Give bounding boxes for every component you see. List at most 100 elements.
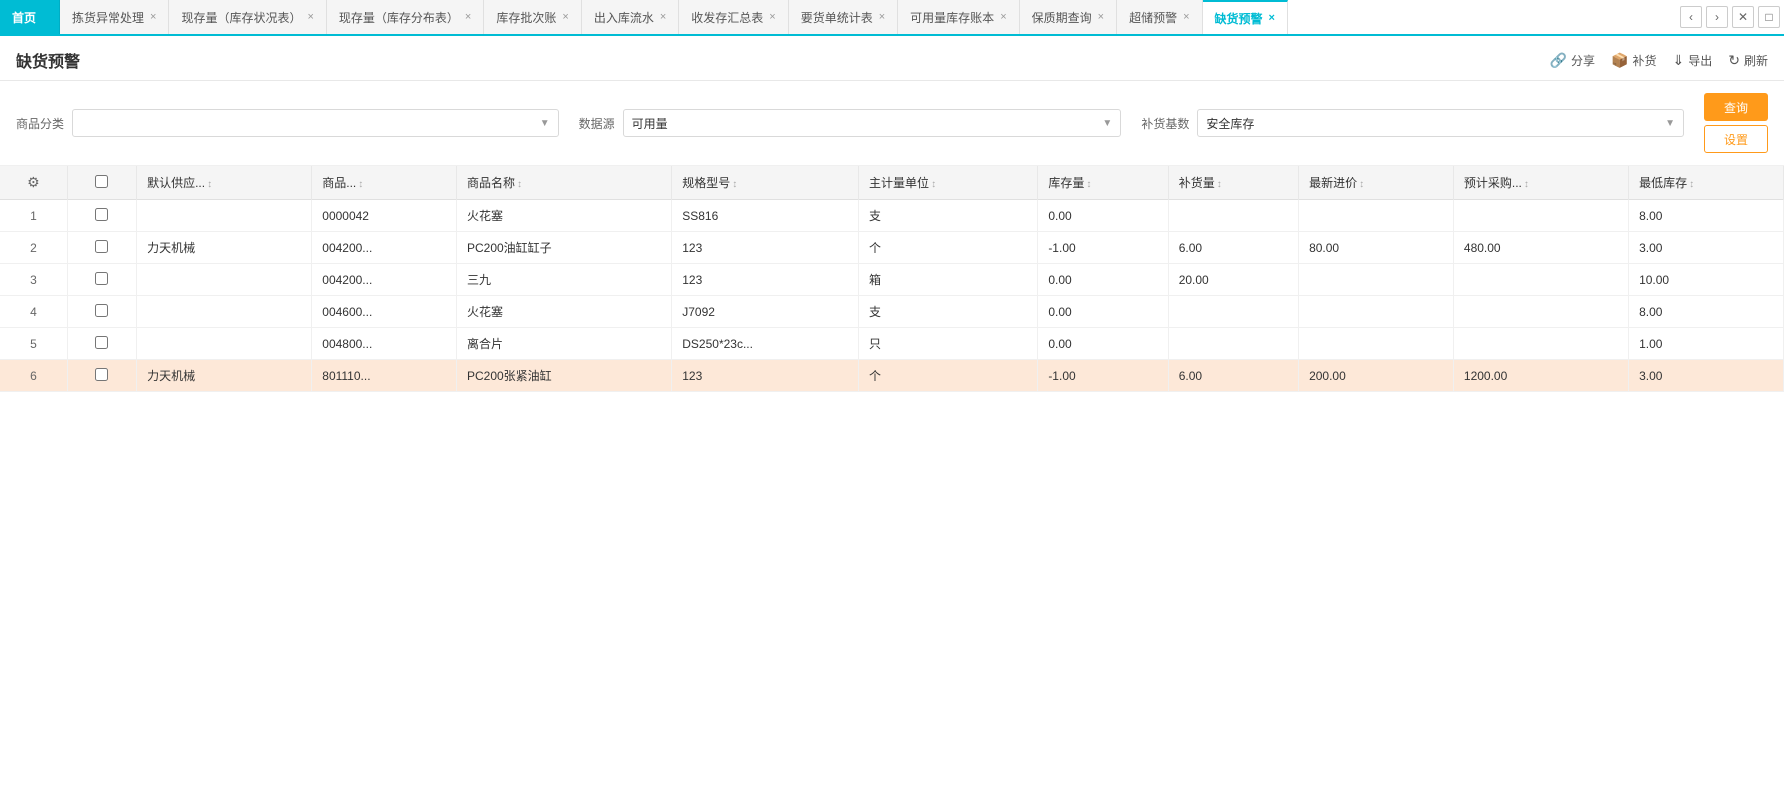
replenish-base-select[interactable]: 安全库存 ▼ [1197,109,1684,137]
category-select[interactable]: ▼ [72,109,559,137]
tab-7-label: 要货单统计表 [801,9,873,26]
row-code-5: 004800... [312,328,457,360]
refresh-icon: ↻ [1728,52,1740,69]
stock-sort-icon: ↕ [1086,179,1091,190]
datasource-value: 可用量 [632,115,668,132]
th-latest-price[interactable]: 最新进价↕ [1299,166,1454,200]
tab-4-close[interactable]: × [562,11,568,23]
th-settings[interactable]: ⚙ [0,166,67,200]
tab-11-close[interactable]: × [1269,12,1275,24]
tab-7[interactable]: 要货单统计表 × [789,0,898,34]
row-checkbox-cell-2[interactable] [67,232,136,264]
replenish-base-arrow-icon: ▼ [1665,118,1675,129]
tab-home[interactable]: 首页 [0,0,60,34]
select-all-checkbox[interactable] [95,175,108,188]
tab-11[interactable]: 缺货预警 × [1203,0,1288,34]
row-latest-price-2: 80.00 [1299,232,1454,264]
row-checkbox-cell-3[interactable] [67,264,136,296]
tab-10[interactable]: 超储预警 × [1117,0,1202,34]
row-replenish-3: 20.00 [1168,264,1298,296]
settings-button[interactable]: 设置 [1704,125,1768,153]
replenish-base-filter-group: 补货基数 安全库存 ▼ [1141,109,1684,137]
tab-4[interactable]: 库存批次账 × [484,0,581,34]
row-name-6: PC200张紧油缸 [456,360,671,392]
category-label: 商品分类 [16,115,64,132]
gear-icon[interactable]: ⚙ [27,174,40,190]
tab-11-label: 缺货预警 [1215,10,1263,27]
row-code-2: 004200... [312,232,457,264]
row-checkbox-6[interactable] [95,368,108,381]
th-name[interactable]: 商品名称↕ [456,166,671,200]
row-checkbox-cell-6[interactable] [67,360,136,392]
datasource-select[interactable]: 可用量 ▼ [623,109,1122,137]
row-checkbox-2[interactable] [95,240,108,253]
tab-next-button[interactable]: › [1706,6,1728,28]
refresh-button[interactable]: ↻ 刷新 [1728,52,1768,69]
tab-8-close[interactable]: × [1000,11,1006,23]
th-stock[interactable]: 库存量↕ [1038,166,1168,200]
row-checkbox-1[interactable] [95,208,108,221]
th-est-purchase[interactable]: 预计采购...↕ [1453,166,1628,200]
tab-nav-buttons: ‹ › ✕ □ [1676,6,1784,28]
th-spec[interactable]: 规格型号↕ [672,166,859,200]
table-header-row: ⚙ 默认供应...↕ 商品...↕ 商品名称↕ 规格型号↕ 主计量单位↕ 库存量… [0,166,1784,200]
tab-3[interactable]: 现存量（库存分布表） × [327,0,484,34]
replenish-label: 补货 [1632,52,1656,69]
tab-1[interactable]: 拣货异常处理 × [60,0,169,34]
tab-2-close[interactable]: × [307,11,313,23]
row-latest-price-4 [1299,296,1454,328]
header-actions: 🔗 分享 📦 补货 ⇓ 导出 ↻ 刷新 [1550,52,1768,69]
row-min-stock-4: 8.00 [1629,296,1784,328]
tab-close-all-button[interactable]: ✕ [1732,6,1754,28]
share-button[interactable]: 🔗 分享 [1550,52,1595,69]
replenish-button[interactable]: 📦 补货 [1611,52,1656,69]
row-min-stock-3: 10.00 [1629,264,1784,296]
row-spec-1: SS816 [672,200,859,232]
row-checkbox-4[interactable] [95,304,108,317]
row-checkbox-cell-4[interactable] [67,296,136,328]
spec-sort-icon: ↕ [732,179,737,190]
tab-6-close[interactable]: × [769,11,775,23]
est-purchase-sort-icon: ↕ [1524,179,1529,190]
th-unit[interactable]: 主计量单位↕ [859,166,1038,200]
row-num-3: 3 [0,264,67,296]
main-content: 缺货预警 🔗 分享 📦 补货 ⇓ 导出 ↻ 刷新 商品分类 [0,36,1784,796]
row-checkbox-cell-5[interactable] [67,328,136,360]
th-unit-label: 主计量单位 [869,176,929,190]
tab-7-close[interactable]: × [879,11,885,23]
share-label: 分享 [1571,52,1595,69]
th-min-stock[interactable]: 最低库存↕ [1629,166,1784,200]
tab-6[interactable]: 收发存汇总表 × [679,0,788,34]
th-supplier[interactable]: 默认供应...↕ [137,166,312,200]
tab-9[interactable]: 保质期查询 × [1020,0,1117,34]
tab-5-close[interactable]: × [660,11,666,23]
category-arrow-icon: ▼ [540,118,550,129]
th-code[interactable]: 商品...↕ [312,166,457,200]
tab-3-close[interactable]: × [465,11,471,23]
th-checkbox[interactable] [67,166,136,200]
row-est-purchase-2: 480.00 [1453,232,1628,264]
table-row: 5 004800... 离合片 DS250*23c... 只 0.00 1.00 [0,328,1784,360]
tab-bar: 首页 拣货异常处理 × 现存量（库存状况表） × 现存量（库存分布表） × 库存… [0,0,1784,36]
tab-prev-button[interactable]: ‹ [1680,6,1702,28]
row-checkbox-5[interactable] [95,336,108,349]
tab-5[interactable]: 出入库流水 × [582,0,679,34]
row-num-6: 6 [0,360,67,392]
data-table: ⚙ 默认供应...↕ 商品...↕ 商品名称↕ 规格型号↕ 主计量单位↕ 库存量… [0,166,1784,392]
tab-maximize-button[interactable]: □ [1758,6,1780,28]
export-icon: ⇓ [1673,52,1685,69]
tab-10-close[interactable]: × [1183,11,1189,23]
tab-1-close[interactable]: × [150,11,156,23]
tab-8[interactable]: 可用量库存账本 × [898,0,1019,34]
tab-2[interactable]: 现存量（库存状况表） × [169,0,326,34]
replenish-icon: 📦 [1611,52,1628,69]
row-num-5: 5 [0,328,67,360]
row-checkbox-3[interactable] [95,272,108,285]
query-button[interactable]: 查询 [1704,93,1768,121]
th-replenish[interactable]: 补货量↕ [1168,166,1298,200]
row-code-3: 004200... [312,264,457,296]
tab-9-close[interactable]: × [1098,11,1104,23]
export-button[interactable]: ⇓ 导出 [1673,52,1713,69]
row-checkbox-cell-1[interactable] [67,200,136,232]
unit-sort-icon: ↕ [931,179,936,190]
